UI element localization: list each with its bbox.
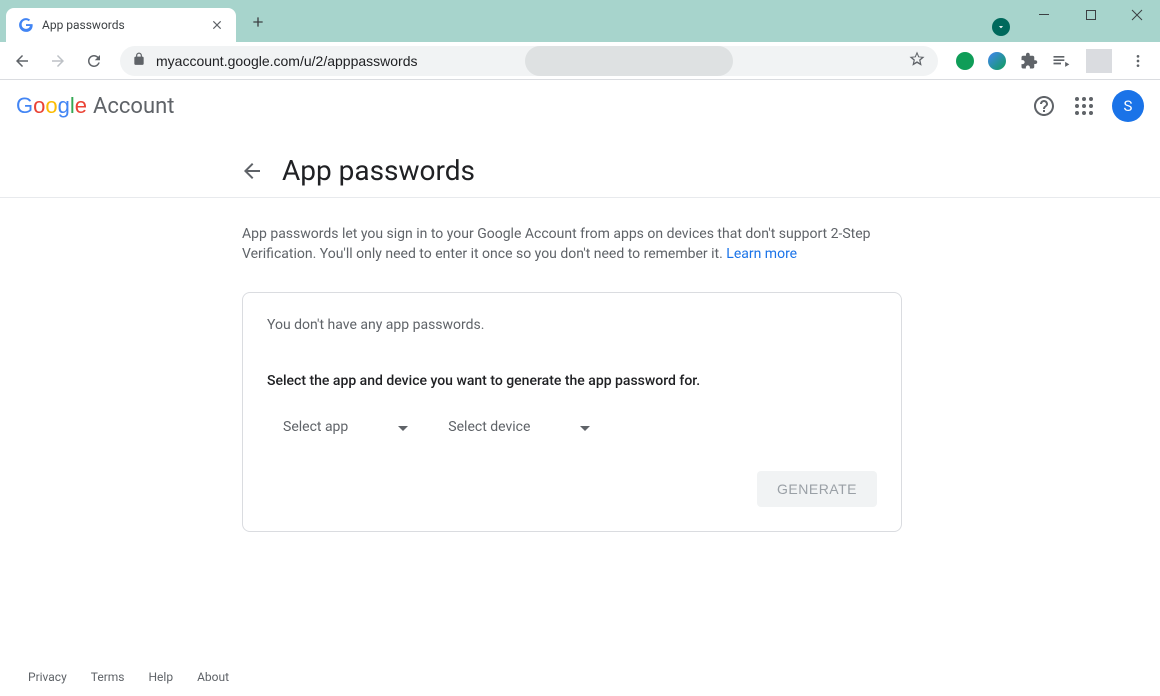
chevron-down-icon	[580, 422, 590, 432]
maximize-button[interactable]	[1068, 0, 1114, 30]
browser-tab-strip: App passwords	[0, 0, 1160, 42]
page-footer: Privacy Terms Help About	[28, 670, 229, 684]
tab-favicon-icon	[18, 17, 34, 33]
page-title: App passwords	[282, 154, 475, 187]
select-app-label: Select app	[283, 419, 348, 435]
apps-grid-icon[interactable]	[1072, 94, 1096, 118]
google-header: Google Account S	[0, 80, 1160, 132]
browser-toolbar: myaccount.google.com/u/2/apppasswords	[0, 42, 1160, 80]
address-bar[interactable]: myaccount.google.com/u/2/apppasswords	[120, 46, 938, 76]
close-window-button[interactable]	[1114, 0, 1160, 30]
profile-chip[interactable]	[1086, 49, 1112, 73]
footer-privacy-link[interactable]: Privacy	[28, 670, 67, 684]
avatar[interactable]: S	[1112, 90, 1144, 122]
download-badge-icon[interactable]	[992, 18, 1010, 36]
generate-button[interactable]: GENERATE	[757, 471, 877, 507]
avatar-initial: S	[1124, 97, 1133, 115]
google-logo-text: Google	[16, 93, 87, 119]
title-divider	[0, 197, 1160, 198]
extensions-icon[interactable]	[1018, 50, 1040, 72]
select-device-dropdown[interactable]: Select device	[448, 419, 590, 435]
chevron-down-icon	[398, 422, 408, 432]
ext-grammarly-icon[interactable]	[954, 50, 976, 72]
extension-icons	[948, 49, 1118, 73]
select-device-label: Select device	[448, 419, 530, 435]
learn-more-link[interactable]: Learn more	[726, 246, 797, 262]
address-highlight	[525, 46, 733, 76]
back-arrow-icon[interactable]	[240, 159, 264, 183]
description-text: App passwords let you sign in to your Go…	[242, 224, 902, 264]
nav-back-button[interactable]	[6, 45, 38, 77]
card-footer: GENERATE	[267, 471, 877, 507]
footer-help-link[interactable]: Help	[149, 670, 174, 684]
header-actions: S	[1032, 90, 1144, 122]
main-content: App passwords let you sign in to your Go…	[242, 224, 902, 532]
page-title-row: App passwords	[240, 154, 1160, 187]
footer-about-link[interactable]: About	[197, 670, 229, 684]
instruction-text: Select the app and device you want to ge…	[267, 373, 877, 389]
tab-title: App passwords	[42, 18, 202, 32]
selects-row: Select app Select device	[267, 419, 877, 435]
account-label: Account	[93, 94, 174, 119]
browser-menu-button[interactable]	[1122, 45, 1154, 77]
reload-button[interactable]	[78, 45, 110, 77]
browser-tab[interactable]: App passwords	[6, 8, 236, 42]
google-account-logo[interactable]: Google Account	[16, 93, 174, 119]
select-app-dropdown[interactable]: Select app	[283, 419, 408, 435]
app-passwords-card: You don't have any app passwords. Select…	[242, 292, 902, 532]
nav-forward-button[interactable]	[42, 45, 74, 77]
footer-terms-link[interactable]: Terms	[91, 670, 125, 684]
lock-icon	[132, 52, 146, 70]
new-tab-button[interactable]	[246, 10, 270, 34]
tab-close-icon[interactable]	[210, 18, 224, 32]
window-controls	[1022, 0, 1160, 30]
ext-earth-icon[interactable]	[986, 50, 1008, 72]
no-passwords-text: You don't have any app passwords.	[267, 317, 877, 333]
ext-playlist-icon[interactable]	[1050, 50, 1072, 72]
page-viewport: Google Account S App passwords App passw…	[0, 80, 1160, 696]
bookmark-star-icon[interactable]	[908, 50, 926, 72]
help-icon[interactable]	[1032, 94, 1056, 118]
minimize-button[interactable]	[1022, 0, 1068, 30]
